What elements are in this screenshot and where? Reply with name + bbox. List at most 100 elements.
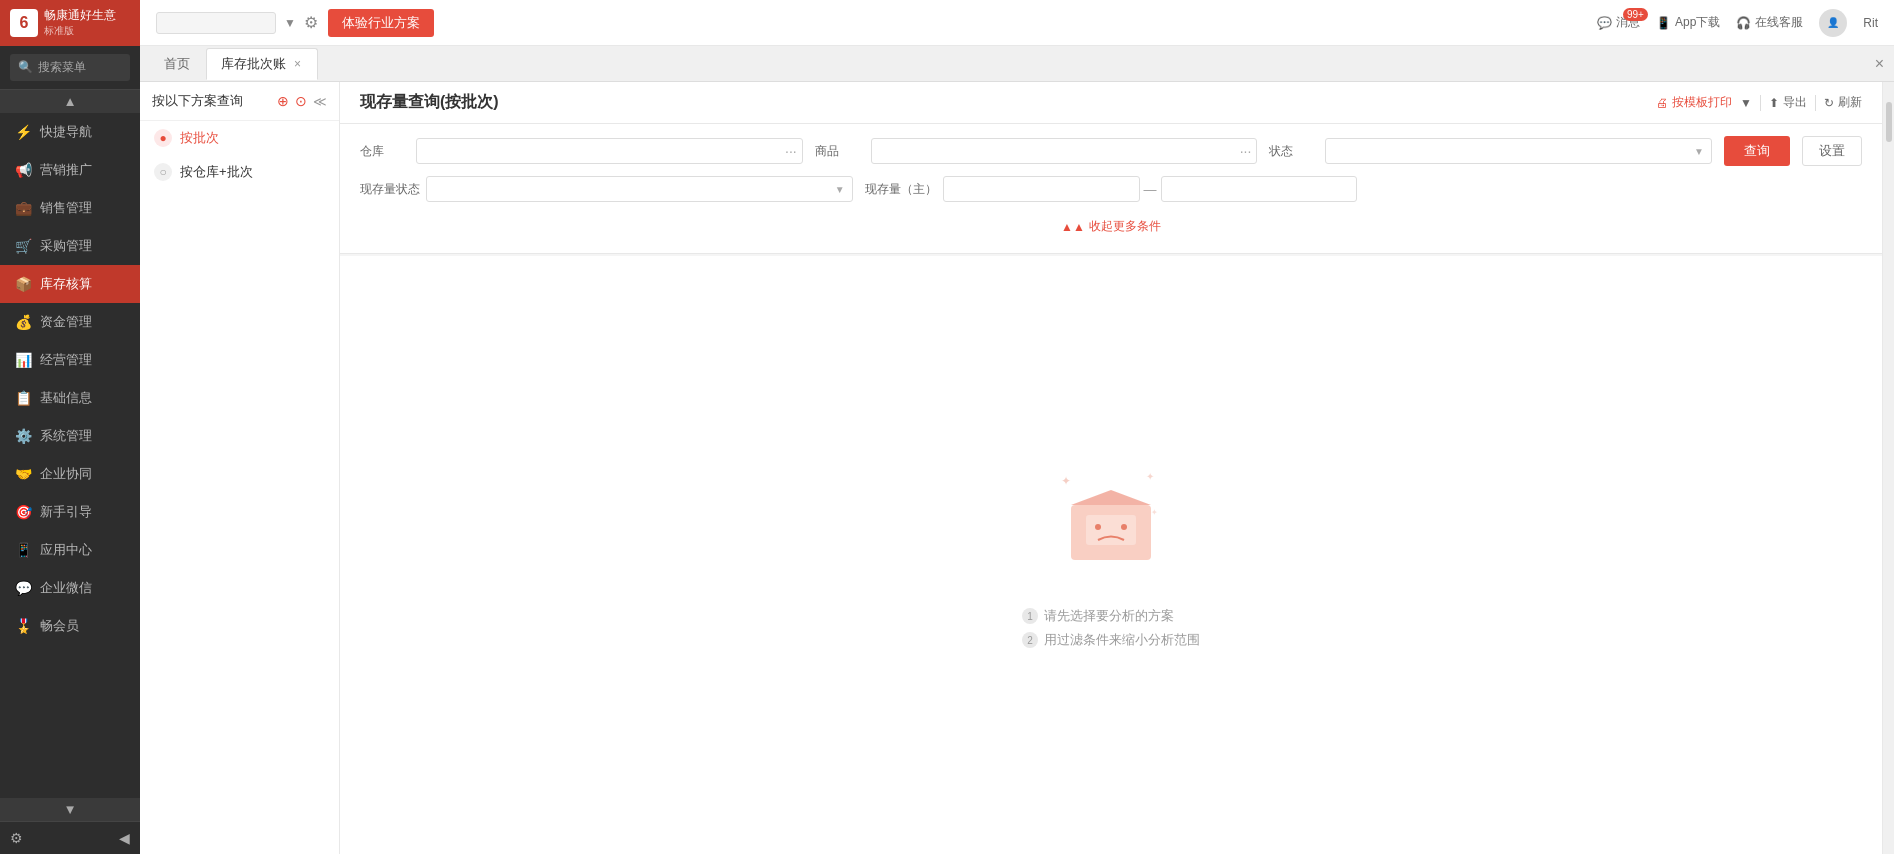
tab-close-button[interactable]: × <box>292 57 303 71</box>
active-tab-label: 库存批次账 <box>221 55 286 73</box>
right-scrollbar[interactable] <box>1882 82 1894 854</box>
warehouse-label: 仓库 <box>360 143 410 160</box>
print-button[interactable]: 🖨 按模板打印 <box>1656 94 1732 111</box>
nav-dropdown-button[interactable]: ▼ <box>284 16 296 30</box>
empty-tips: 1 请先选择要分析的方案 2 用过滤条件来缩小分析范围 <box>1022 607 1200 655</box>
sidebar-scroll-up-button[interactable]: ▲ <box>0 90 140 113</box>
user-name: Rit <box>1863 16 1878 30</box>
search-menu-button[interactable]: 🔍 搜索菜单 <box>10 54 130 81</box>
sidebar-item-label: 资金管理 <box>40 313 92 331</box>
product-dots-button[interactable]: ··· <box>1240 143 1252 159</box>
inventory-main-max-input[interactable] <box>1161 176 1358 202</box>
filter-settings-button[interactable]: ⊙ <box>295 93 307 109</box>
status-select[interactable] <box>1325 138 1712 164</box>
sidebar-item-label: 采购管理 <box>40 237 92 255</box>
sidebar-settings-button[interactable]: ⚙ <box>10 830 23 846</box>
service-icon: 🎧 <box>1736 16 1751 30</box>
inventory-main-label: 现存量（主） <box>865 181 937 198</box>
empty-tip-2: 2 用过滤条件来缩小分析范围 <box>1022 631 1200 649</box>
topbar-settings-button[interactable]: ⚙ <box>304 13 318 32</box>
sidebar-item-label: 企业微信 <box>40 579 92 597</box>
topbar-left: ▼ ⚙ <box>156 12 318 34</box>
collapse-more-label: 收起更多条件 <box>1089 218 1161 235</box>
query-form: 仓库 ··· 商品 ··· <box>340 124 1882 254</box>
inventory-status-field: 现存量状态 ▼ <box>360 176 853 202</box>
print-dropdown-button[interactable]: ▼ <box>1740 96 1752 110</box>
purchase-icon: 🛒 <box>14 237 32 255</box>
inventory-status-label: 现存量状态 <box>360 181 420 198</box>
svg-point-3 <box>1121 524 1127 530</box>
export-button[interactable]: ⬆ 导出 <box>1769 94 1807 111</box>
tabbar-close-all-button[interactable]: × <box>1875 55 1884 73</box>
app-version: 标准版 <box>44 24 116 38</box>
query-settings-button[interactable]: 设置 <box>1802 136 1862 166</box>
filter-item-warehouse-batch[interactable]: ○ 按仓库+批次 <box>140 155 339 189</box>
sidebar-item-label: 销售管理 <box>40 199 92 217</box>
page-header-actions: 🖨 按模板打印 ▼ ⬆ 导出 ↻ 刷新 <box>1656 94 1862 111</box>
settings-icon: ⚙ <box>10 830 23 846</box>
sidebar-item-label: 畅会员 <box>40 617 79 635</box>
sidebar-scroll-down-button[interactable]: ▼ <box>0 798 140 821</box>
sidebar-item-label: 经营管理 <box>40 351 92 369</box>
filter-panel: 按以下方案查询 ⊕ ⊙ ≪ ● 按批次 ○ 按仓库+批次 <box>140 82 340 854</box>
sidebar-item-shortcut[interactable]: ⚡ 快捷导航 <box>0 113 140 151</box>
filter-panel-header: 按以下方案查询 ⊕ ⊙ ≪ <box>140 82 339 121</box>
sidebar-item-member[interactable]: 🎖️ 畅会员 <box>0 607 140 645</box>
filter-panel-title: 按以下方案查询 <box>152 92 243 110</box>
sidebar-item-finance[interactable]: 💰 资金管理 <box>0 303 140 341</box>
user-avatar[interactable]: 👤 <box>1819 9 1847 37</box>
divider <box>1760 95 1761 111</box>
sidebar-item-sales[interactable]: 💼 销售管理 <box>0 189 140 227</box>
sidebar-item-marketing[interactable]: 📢 营销推广 <box>0 151 140 189</box>
empty-state: ✦ ✦ ✦ 1 请先选择要分析的方案 2 用过滤条件来缩小分析范围 <box>340 256 1882 854</box>
empty-tip-1: 1 请先选择要分析的方案 <box>1022 607 1200 625</box>
sidebar-item-appstore[interactable]: 📱 应用中心 <box>0 531 140 569</box>
sidebar-item-wechat[interactable]: 💬 企业微信 <box>0 569 140 607</box>
sidebar-nav: ⚡ 快捷导航 📢 营销推广 💼 销售管理 🛒 采购管理 📦 库存核算 💰 资金管… <box>0 113 140 798</box>
tab-inventory-batch[interactable]: 库存批次账 × <box>206 48 318 80</box>
page-title: 现存量查询(按批次) <box>360 92 499 113</box>
sidebar-item-system[interactable]: ⚙️ 系统管理 <box>0 417 140 455</box>
tabbar-right: × <box>1875 55 1884 73</box>
filter-collapse-button[interactable]: ≪ <box>313 94 327 109</box>
inventory-status-select[interactable] <box>426 176 853 202</box>
warehouse-dots-button[interactable]: ··· <box>785 143 797 159</box>
collapse-more-button[interactable]: ▲▲ 收起更多条件 <box>360 212 1862 241</box>
query-row-1: 仓库 ··· 商品 ··· <box>360 136 1862 166</box>
inventory-main-min-input[interactable] <box>943 176 1140 202</box>
main-area: ▼ ⚙ 体验行业方案 💬 消息 99+ 📱 App下载 🎧 在线客服 👤 Rit <box>140 0 1894 854</box>
sidebar-item-business[interactable]: 📊 经营管理 <box>0 341 140 379</box>
tip-number-2: 2 <box>1022 632 1038 648</box>
business-icon: 📊 <box>14 351 32 369</box>
tip-number-1: 1 <box>1022 608 1038 624</box>
sidebar-item-purchase[interactable]: 🛒 采购管理 <box>0 227 140 265</box>
nav-breadcrumb-input[interactable] <box>156 12 276 34</box>
app-download-button[interactable]: 📱 App下载 <box>1656 14 1720 31</box>
app-download-label: App下载 <box>1675 14 1720 31</box>
sidebar-collapse-button[interactable]: ◀ <box>119 830 130 846</box>
filter-add-button[interactable]: ⊕ <box>277 93 289 109</box>
warehouse-batch-icon: ○ <box>154 163 172 181</box>
product-input[interactable] <box>871 138 1258 164</box>
sidebar-item-inventory[interactable]: 📦 库存核算 <box>0 265 140 303</box>
collapse-icon: ◀ <box>119 830 130 846</box>
filter-item-batch[interactable]: ● 按批次 <box>140 121 339 155</box>
sidebar-item-basic[interactable]: 📋 基础信息 <box>0 379 140 417</box>
warehouse-input-wrapper: ··· <box>416 138 803 164</box>
query-button[interactable]: 查询 <box>1724 136 1790 166</box>
sidebar-item-enterprise[interactable]: 🤝 企业协同 <box>0 455 140 493</box>
product-label: 商品 <box>815 143 865 160</box>
app-logo: 6 <box>10 9 38 37</box>
sidebar-item-label: 新手引导 <box>40 503 92 521</box>
sales-icon: 💼 <box>14 199 32 217</box>
tab-home[interactable]: 首页 <box>150 49 204 79</box>
trial-button[interactable]: 体验行业方案 <box>328 9 434 37</box>
warehouse-input[interactable] <box>416 138 803 164</box>
download-icon: 📱 <box>1656 16 1671 30</box>
refresh-button[interactable]: ↻ 刷新 <box>1824 94 1862 111</box>
online-service-label: 在线客服 <box>1755 14 1803 31</box>
online-service-button[interactable]: 🎧 在线客服 <box>1736 14 1803 31</box>
sidebar-item-newguide[interactable]: 🎯 新手引导 <box>0 493 140 531</box>
member-icon: 🎖️ <box>14 617 32 635</box>
messages-button[interactable]: 💬 消息 99+ <box>1597 14 1640 31</box>
